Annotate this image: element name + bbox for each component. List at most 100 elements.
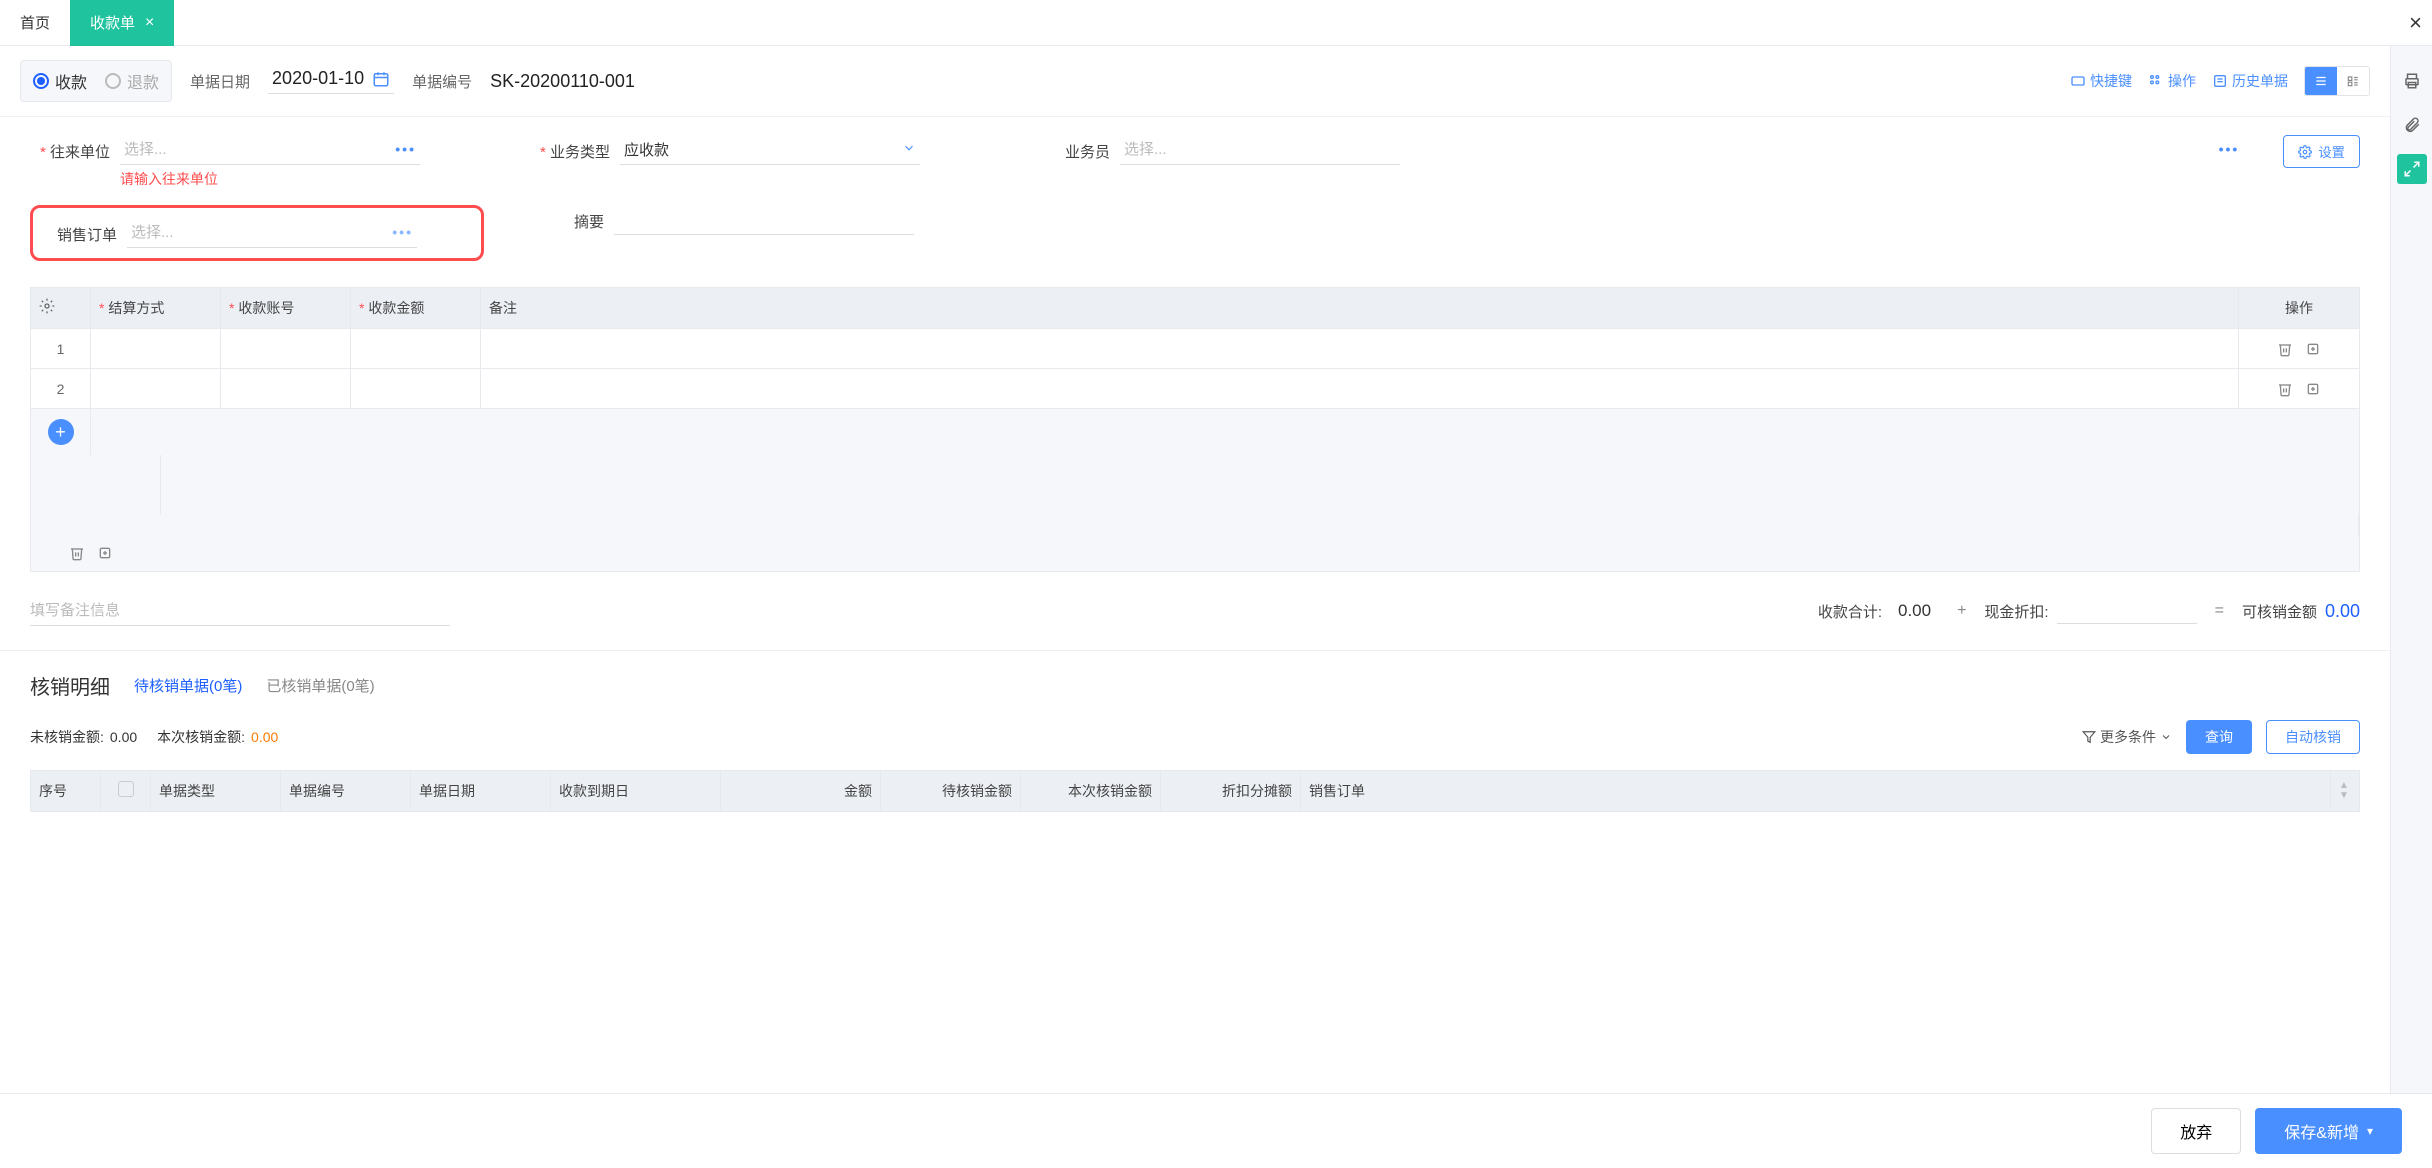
close-all-icon[interactable]: × (2409, 10, 2422, 36)
sales-order-input[interactable] (127, 218, 417, 248)
paperclip-icon (2403, 116, 2421, 134)
gear-header[interactable] (31, 288, 91, 328)
writeoff-title: 核销明细 (30, 671, 110, 700)
partner-input[interactable] (120, 135, 420, 165)
row-num: 2 (31, 369, 91, 408)
close-icon[interactable]: × (145, 14, 154, 32)
printer-icon (2403, 72, 2421, 90)
cell-amount[interactable] (351, 329, 481, 368)
copy-row-button[interactable] (2305, 341, 2321, 357)
writeoff-table: 序号 单据类型 单据编号 单据日期 收款到期日 金额 待核销金额 本次核销金额 … (30, 770, 2360, 812)
ellipsis-icon[interactable]: ••• (392, 224, 413, 240)
cell-method[interactable] (91, 329, 221, 368)
operate-button[interactable]: 操作 (2148, 71, 2196, 91)
view-toggle (2304, 66, 2370, 96)
delete-row-button[interactable] (2277, 381, 2293, 397)
date-label: 单据日期 (190, 71, 250, 92)
attachment-button[interactable] (2397, 110, 2427, 140)
equals-sign: = (2215, 602, 2224, 620)
col-action: 操作 (2239, 288, 2359, 328)
row-num: 1 (31, 329, 91, 368)
col-remark: 备注 (481, 288, 2239, 328)
unverified-value: 0.00 (110, 729, 137, 745)
col-code: 单据编号 (281, 771, 411, 811)
sales-order-highlight-box: 销售订单 ••• (30, 205, 484, 261)
sales-input[interactable] (1120, 135, 1400, 165)
thistime-value: 0.00 (251, 729, 278, 745)
discount-input[interactable] (2057, 598, 2197, 624)
sales-label: 业务员 (1030, 135, 1110, 162)
tab-home[interactable]: 首页 (0, 0, 70, 46)
copy-add-icon (2305, 341, 2321, 357)
plus-sign: + (1957, 602, 1966, 620)
copy-row-button[interactable] (2305, 381, 2321, 397)
biztype-select[interactable] (620, 135, 920, 165)
col-method: 结算方式 (91, 288, 221, 328)
col-due: 收款到期日 (551, 771, 721, 811)
tab-pending[interactable]: 待核销单据(0笔) (134, 675, 242, 696)
more-conditions-button[interactable]: 更多条件 (2082, 727, 2172, 747)
col-pending: 待核销金额 (881, 771, 1021, 811)
cell-method[interactable] (91, 369, 221, 408)
ellipsis-icon[interactable]: ••• (2219, 141, 2240, 157)
col-share: 折扣分摊额 (1161, 771, 1301, 811)
partner-label: 往来单位 (30, 135, 110, 162)
remark-input[interactable] (30, 596, 450, 626)
receipt-type-radio-group: 收款 退款 (20, 60, 172, 102)
settings-button[interactable]: 设置 (2283, 135, 2360, 168)
thistime-label: 本次核销金额: (157, 727, 245, 747)
table-row: 1 (31, 328, 2359, 368)
col-seq: 序号 (31, 771, 101, 811)
ellipsis-icon[interactable]: ••• (395, 141, 416, 157)
summary-input[interactable] (614, 205, 914, 235)
tabs-bar: 首页 收款单 × × (0, 0, 2432, 46)
cancel-button[interactable]: 放弃 (2151, 1108, 2241, 1154)
table-row: 2 (31, 368, 2359, 408)
col-date: 单据日期 (411, 771, 551, 811)
chevron-down-icon: ▾ (2367, 1124, 2373, 1138)
cell-amount[interactable] (351, 369, 481, 408)
cell-remark[interactable] (481, 369, 2239, 408)
delete-row-button[interactable] (69, 545, 85, 561)
calendar-icon[interactable] (372, 70, 390, 88)
print-button[interactable] (2397, 66, 2427, 96)
radio-receipt[interactable]: 收款 (33, 69, 87, 93)
date-picker[interactable]: 2020-01-10 (268, 68, 394, 94)
payment-table: 结算方式 收款账号 收款金额 备注 操作 1 (30, 287, 2360, 572)
chevron-down-icon[interactable] (902, 141, 916, 155)
writeoff-section: 核销明细 待核销单据(0笔) 已核销单据(0笔) 未核销金额: 0.00 本次核… (0, 651, 2390, 832)
shortcut-button[interactable]: 快捷键 (2070, 71, 2132, 91)
expand-button[interactable] (2397, 154, 2427, 184)
delete-row-button[interactable] (2277, 341, 2293, 357)
grid-icon (2148, 73, 2164, 89)
query-button[interactable]: 查询 (2186, 720, 2252, 754)
save-and-new-button[interactable]: 保存&新增 ▾ (2255, 1108, 2402, 1154)
col-account: 收款账号 (221, 288, 351, 328)
cell-remark[interactable] (481, 329, 2239, 368)
scroll-buttons[interactable]: ▲▼ (2331, 771, 2359, 811)
radio-refund[interactable]: 退款 (105, 69, 159, 93)
cell-account[interactable] (221, 329, 351, 368)
total-label: 收款合计: (1818, 601, 1882, 622)
unverified-label: 未核销金额: (30, 727, 104, 747)
view-card-button[interactable] (2337, 67, 2369, 95)
view-list-button[interactable] (2305, 67, 2337, 95)
tab-done[interactable]: 已核销单据(0笔) (266, 675, 374, 696)
checkbox-icon[interactable] (118, 781, 134, 797)
col-checkbox[interactable] (101, 771, 151, 811)
auto-writeoff-button[interactable]: 自动核销 (2266, 720, 2360, 754)
keyboard-icon (2070, 73, 2086, 89)
cell-account[interactable] (221, 369, 351, 408)
add-row-button[interactable]: + (48, 419, 74, 445)
history-button[interactable]: 历史单据 (2212, 71, 2288, 91)
total-value: 0.00 (1898, 601, 1931, 621)
col-this: 本次核销金额 (1021, 771, 1161, 811)
copy-add-icon (2305, 381, 2321, 397)
document-header: 收款 退款 单据日期 2020-01-10 单据编号 SK-20200110-0… (0, 46, 2390, 117)
tab-receipt[interactable]: 收款单 × (70, 0, 174, 46)
col-order-wo: 销售订单 (1301, 771, 2331, 811)
list-view-icon (2313, 74, 2329, 88)
result-value: 0.00 (2325, 601, 2360, 622)
partner-error: 请输入往来单位 (120, 169, 420, 189)
copy-row-button[interactable] (97, 545, 113, 561)
